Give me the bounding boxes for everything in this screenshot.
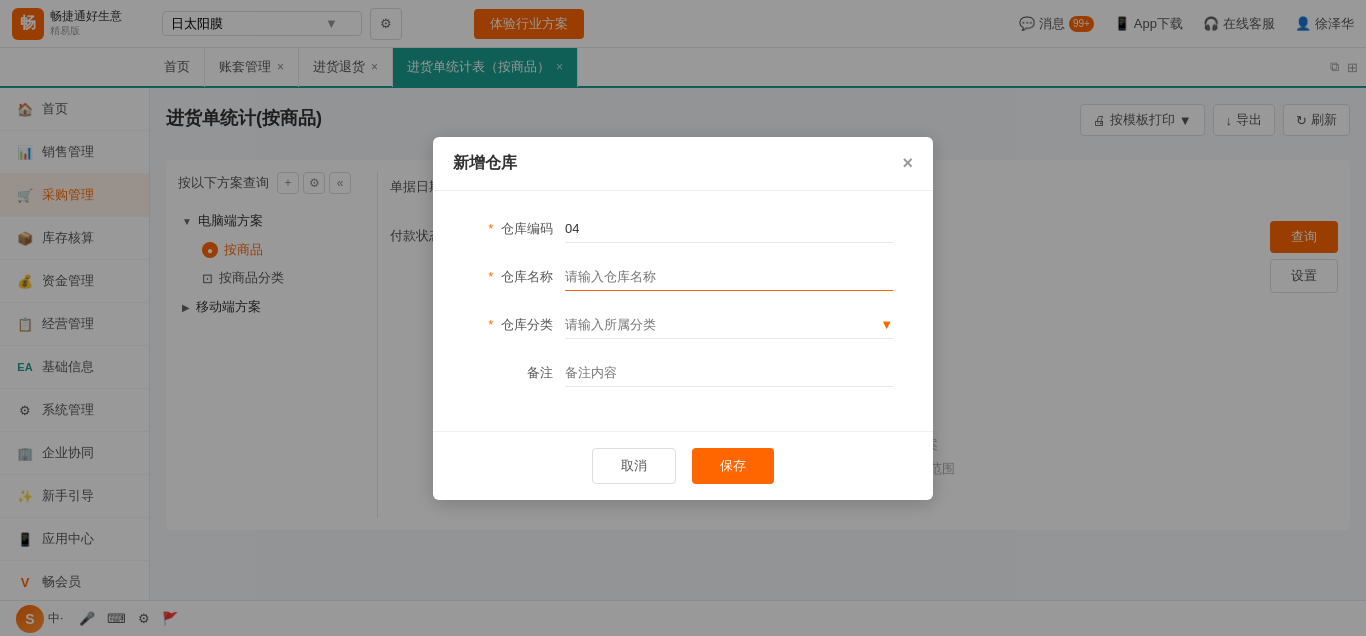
- category-label-wrap: * 仓库分类: [473, 316, 553, 334]
- modal-overlay[interactable]: 新增仓库 × * 仓库编码 * 仓库名称: [0, 0, 1366, 636]
- name-label-wrap: * 仓库名称: [473, 268, 553, 286]
- warehouse-code-field: * 仓库编码: [473, 215, 893, 243]
- dialog-header: 新增仓库 ×: [433, 137, 933, 191]
- cancel-button[interactable]: 取消: [592, 448, 676, 484]
- warehouse-name-input[interactable]: [565, 263, 893, 291]
- code-label-wrap: * 仓库编码: [473, 220, 553, 238]
- note-label: 备注: [527, 365, 553, 380]
- dialog-title: 新增仓库: [453, 153, 517, 174]
- new-warehouse-dialog: 新增仓库 × * 仓库编码 * 仓库名称: [433, 137, 933, 500]
- name-required-star: *: [488, 269, 493, 284]
- note-label-wrap: 备注: [473, 364, 553, 382]
- code-label: 仓库编码: [501, 221, 553, 236]
- dialog-footer: 取消 保存: [433, 431, 933, 500]
- dialog-close-button[interactable]: ×: [902, 154, 913, 172]
- category-label: 仓库分类: [501, 317, 553, 332]
- dialog-body: * 仓库编码 * 仓库名称 * 仓库分类: [433, 191, 933, 431]
- warehouse-category-field: * 仓库分类 ▼: [473, 311, 893, 339]
- warehouse-note-field: 备注: [473, 359, 893, 387]
- name-label: 仓库名称: [501, 269, 553, 284]
- category-select-input[interactable]: [565, 311, 880, 338]
- category-dropdown-icon[interactable]: ▼: [880, 317, 893, 332]
- warehouse-code-input[interactable]: [565, 215, 893, 243]
- save-button[interactable]: 保存: [692, 448, 774, 484]
- warehouse-name-field: * 仓库名称: [473, 263, 893, 291]
- category-select-wrap: ▼: [565, 311, 893, 339]
- warehouse-note-input[interactable]: [565, 359, 893, 387]
- code-required-star: *: [488, 221, 493, 236]
- category-required-star: *: [488, 317, 493, 332]
